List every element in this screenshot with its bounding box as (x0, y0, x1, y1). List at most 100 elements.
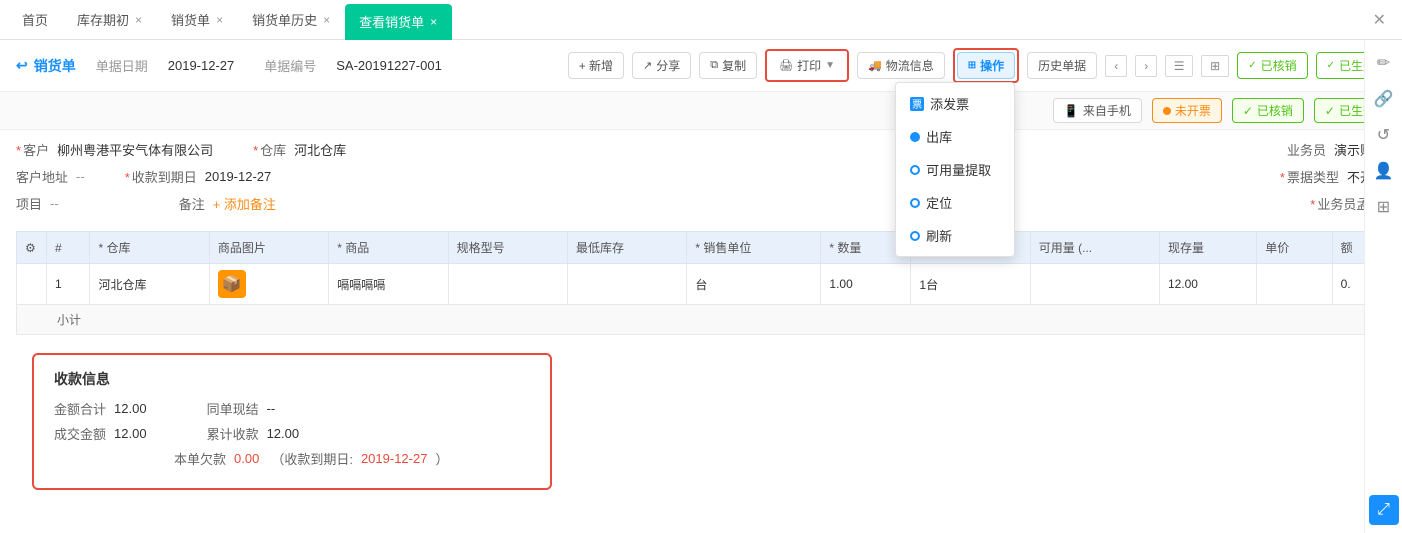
tab-view-sales[interactable]: 查看销货单 × (345, 4, 452, 40)
transaction-amount-label: 成交金额 (54, 424, 106, 443)
project-value: -- (50, 196, 59, 211)
op-menu: 票 添发票 出库 可用量提取 (895, 82, 1015, 257)
next-record-button[interactable]: › (1135, 55, 1157, 77)
tab-bar: 首页 库存期初 × 销货单 × 销货单历史 × 查看销货单 × ✕ (0, 0, 1402, 40)
col-current-qty: 现存量 (1159, 232, 1256, 264)
table-header: ⚙ # * 仓库 商品图片 * 商品 规格型号 最低库存 * 销售单位 * 数量… (17, 232, 1386, 264)
op-refresh[interactable]: 刷新 (896, 219, 1014, 252)
customer-field: 客户 柳州粤港平安气体有限公司 (16, 140, 213, 159)
prev-record-button[interactable]: ‹ (1105, 55, 1127, 77)
cell-spec (448, 264, 567, 305)
check-tag: ✓ 已核销 (1232, 98, 1304, 123)
col-product: * 商品 (329, 232, 448, 264)
ticket-type-label: 票据类型 (1280, 167, 1339, 186)
cell-pack-qty: 1台 (911, 264, 1030, 305)
already-void-button[interactable]: ✓ 已核销 (1237, 52, 1307, 79)
warehouse-field: 仓库 河北仓库 (253, 140, 346, 159)
this-order-owe-label: 本单欠款 (174, 449, 226, 468)
due-date-close-parens: ） (435, 449, 448, 468)
col-sales-unit: * 销售单位 (687, 232, 821, 264)
note-field: 备注 + 添加备注 (179, 194, 276, 213)
add-button[interactable]: + 新增 (568, 52, 624, 79)
cell-available (1030, 264, 1159, 305)
from-phone-tag[interactable]: 📱 来自手机 (1053, 98, 1142, 123)
op-outbound[interactable]: 出库 (896, 120, 1014, 153)
print-button[interactable]: 🖨 打印 ▼ (769, 53, 845, 78)
doc-date-label: 单据日期 (96, 56, 148, 75)
address-label: 客户地址 (16, 167, 68, 186)
grid-view-button[interactable]: ⊞ (1201, 55, 1229, 77)
logistics-button[interactable]: 🚚 物流信息 (857, 52, 945, 79)
col-min-stock: 最低库存 (567, 232, 686, 264)
payment-section: 收款信息 金额合计 12.00 同单现结 -- 成交金额 12.00 (0, 335, 1402, 508)
sidebar-edit-icon[interactable]: ✏ (1369, 48, 1399, 78)
sidebar-refresh-icon[interactable]: ↺ (1369, 120, 1399, 150)
form-row-3: 项目 -- 备注 + 添加备注 业务员孟 -- (16, 194, 1386, 213)
tab-inventory[interactable]: 库存期初 × (63, 0, 157, 40)
employee-label: 业务员 (1287, 140, 1326, 159)
tab-home[interactable]: 首页 (8, 0, 63, 40)
payment-row-1: 金额合计 12.00 同单现结 -- (54, 399, 530, 418)
customer-label: 客户 (16, 140, 49, 159)
sidebar-user-icon[interactable]: 👤 (1369, 156, 1399, 186)
warehouse-value: 河北仓库 (294, 140, 346, 159)
total-amount-field: 金额合计 12.00 (54, 399, 147, 418)
outbound-icon (910, 132, 920, 142)
refresh-icon (910, 231, 920, 241)
tab-inventory-close[interactable]: × (135, 13, 142, 27)
share-button[interactable]: ↗ 分享 (632, 52, 691, 79)
note-add-btn[interactable]: + 添加备注 (213, 194, 276, 213)
op-button[interactable]: ⊞ 操作 (957, 52, 1015, 79)
tab-view-sales-close[interactable]: × (430, 15, 437, 29)
tab-sales[interactable]: 销货单 × (157, 0, 238, 40)
op-available-qty[interactable]: 可用量提取 (896, 153, 1014, 186)
payment-row-3: 本单欠款 0.00 （收款到期日: 2019-12-27 ） (54, 449, 530, 468)
payment-row-2: 成交金额 12.00 累计收款 12.00 (54, 424, 530, 443)
cell-min-stock (567, 264, 686, 305)
right-sidebar: ✏ 🔗 ↺ 👤 ⊞ ⤢ (1364, 40, 1402, 533)
sidebar-link-icon[interactable]: 🔗 (1369, 84, 1399, 114)
cell-warehouse: 河北仓库 (90, 264, 209, 305)
customer-value: 柳州粤港平安气体有限公司 (57, 140, 213, 159)
cell-unit-price (1257, 264, 1332, 305)
form-row-2: 客户地址 -- 收款到期日 2019-12-27 票据类型 不开票 (16, 167, 1386, 186)
table-body: 1 河北仓库 📦 嗝嗝嗝嗝 台 1.00 1台 12.00 (17, 264, 1386, 335)
toolbar: + 新增 ↗ 分享 ⧉ 复制 🖨 打印 ▼ (568, 48, 1386, 83)
col-spec: 规格型号 (448, 232, 567, 264)
doc-date-value: 2019-12-27 (168, 58, 235, 73)
salesperson-label: 业务员孟 (1310, 194, 1369, 213)
list-view-button[interactable]: ☰ (1165, 55, 1193, 77)
same-order-field: 同单现结 -- (207, 399, 276, 418)
subtotal-row: 小计 (17, 305, 1386, 335)
doc-no-value: SA-20191227-001 (336, 58, 442, 73)
op-add-invoice[interactable]: 票 添发票 (896, 87, 1014, 120)
due-date-label: 收款到期日 (125, 167, 197, 186)
col-available: 可用量 (... (1030, 232, 1159, 264)
note-label: 备注 (179, 194, 205, 213)
copy-button[interactable]: ⧉ 复制 (699, 52, 757, 79)
available-qty-icon (910, 165, 920, 175)
phone-icon: 📱 (1064, 104, 1079, 118)
window-close-button[interactable]: ✕ (1365, 10, 1394, 30)
col-rowno: # (47, 232, 90, 264)
tab-sales-history[interactable]: 销货单历史 × (238, 0, 345, 40)
cell-product-img: 📦 (209, 264, 328, 305)
tab-sales-close[interactable]: × (216, 13, 223, 27)
sidebar-expand-icon[interactable]: ⤢ (1369, 495, 1399, 525)
total-amount-label: 金额合计 (54, 399, 106, 418)
tab-sales-history-close[interactable]: × (323, 13, 330, 27)
check-icon: ✓ (1243, 104, 1253, 118)
not-invoiced-tag[interactable]: 未开票 (1152, 98, 1222, 123)
sidebar-grid-icon[interactable]: ⊞ (1369, 192, 1399, 222)
col-gear: ⚙ (17, 232, 47, 264)
table-wrap: ⚙ # * 仓库 商品图片 * 商品 规格型号 最低库存 * 销售单位 * 数量… (0, 231, 1402, 335)
history-button[interactable]: 历史单据 (1027, 52, 1097, 79)
product-image: 📦 (218, 270, 246, 298)
due-date-value: 2019-12-27 (205, 169, 272, 184)
sales-table: ⚙ # * 仓库 商品图片 * 商品 规格型号 最低库存 * 销售单位 * 数量… (16, 231, 1386, 335)
op-locate[interactable]: 定位 (896, 186, 1014, 219)
due-date-display: 2019-12-27 (361, 451, 428, 466)
transaction-amount-field: 成交金额 12.00 (54, 424, 147, 443)
op-dropdown: ⊞ 操作 票 添发票 出库 (957, 52, 1015, 79)
cell-current-qty: 12.00 (1159, 264, 1256, 305)
